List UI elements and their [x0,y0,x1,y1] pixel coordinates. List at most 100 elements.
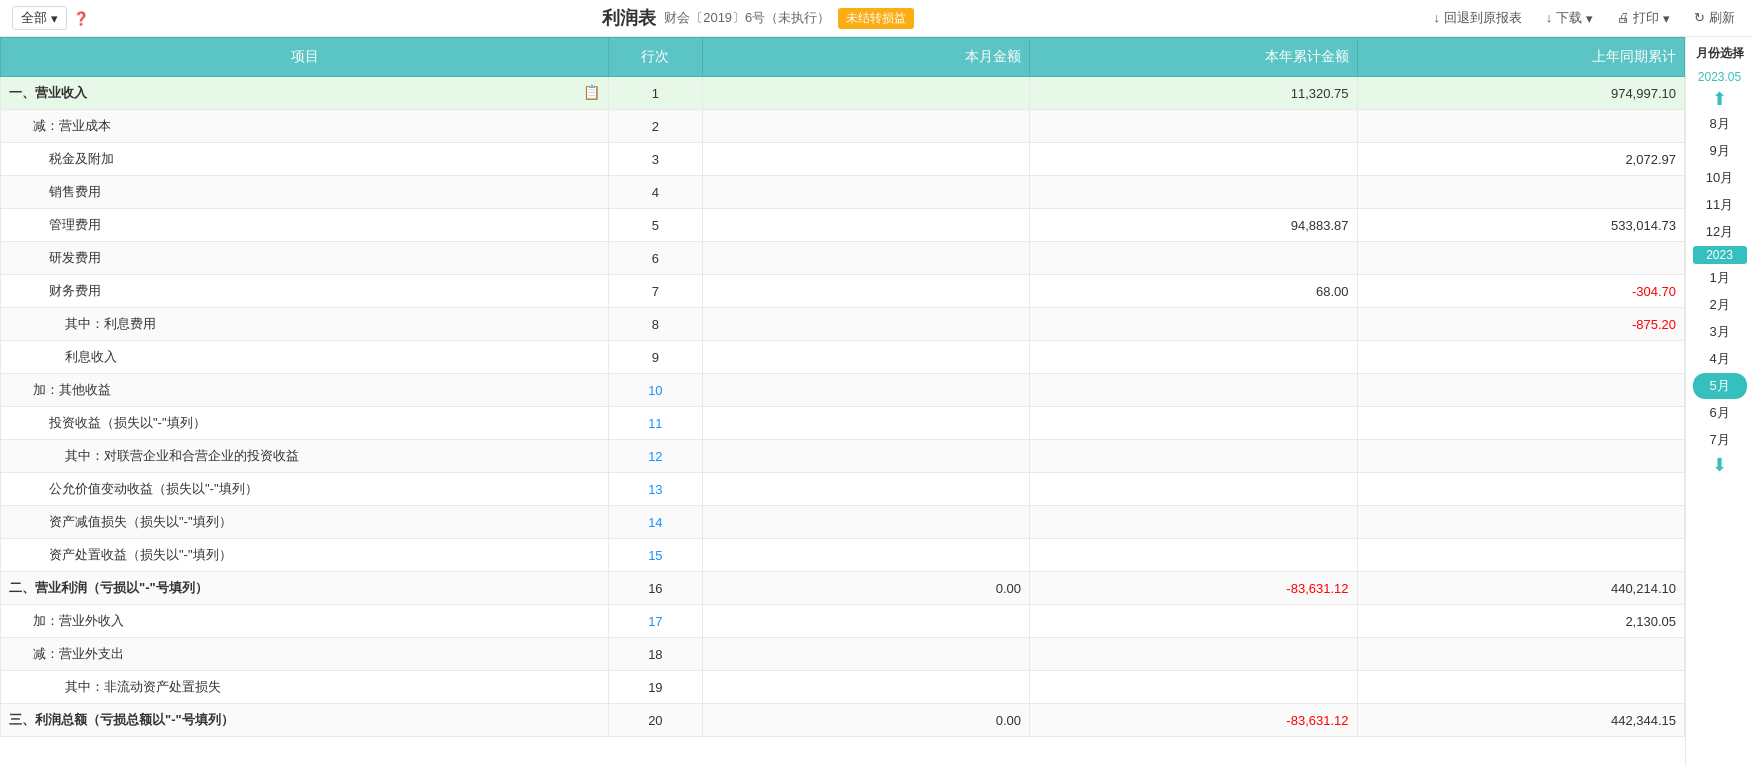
top-bar-left: 全部 ▾ ❓ [12,6,89,30]
cell-lastyear [1357,440,1684,473]
table-row: 其中：对联营企业和合营企业的投资收益12 [1,440,1685,473]
scope-selector[interactable]: 全部 ▾ [12,6,67,30]
cell-lastyear: 533,014.73 [1357,209,1684,242]
cell-year [1030,506,1357,539]
cell-year: 68.00 [1030,275,1357,308]
col-header-month: 本月金额 [702,38,1029,77]
sidebar-month-item[interactable]: 10月 [1693,165,1747,191]
cell-year [1030,638,1357,671]
table-row: 税金及附加32,072.97 [1,143,1685,176]
cell-rownum: 3 [609,143,703,176]
cell-year [1030,539,1357,572]
right-sidebar: 月份选择 2023.05 ⬆ 8月9月10月11月12月20231月2月3月4月… [1685,37,1753,766]
cell-month [702,473,1029,506]
cell-rownum: 5 [609,209,703,242]
sidebar-month-item[interactable]: 12月 [1693,219,1747,245]
cell-month [702,638,1029,671]
table-row: 其中：非流动资产处置损失19 [1,671,1685,704]
cell-rownum: 12 [609,440,703,473]
cell-year [1030,671,1357,704]
table-row: 公允价值变动收益（损失以"-"填列）13 [1,473,1685,506]
cell-year: -83,631.12 [1030,704,1357,737]
sidebar-month-item[interactable]: 4月 [1693,346,1747,372]
table-row: 减：营业外支出18 [1,638,1685,671]
cell-lastyear: 440,214.10 [1357,572,1684,605]
cell-lastyear [1357,176,1684,209]
table-row: 二、营业利润（亏损以"-"号填列）160.00-83,631.12440,214… [1,572,1685,605]
cell-name: 财务费用 [1,275,609,308]
table-row: 销售费用4 [1,176,1685,209]
print-button[interactable]: 🖨 打印 ▾ [1611,7,1677,29]
cell-month [702,539,1029,572]
sidebar-month-item[interactable]: 1月 [1693,265,1747,291]
sidebar-month-item[interactable]: 7月 [1693,427,1747,453]
cell-lastyear [1357,242,1684,275]
table-row: 投资收益（损失以"-"填列）11 [1,407,1685,440]
help-icon[interactable]: ❓ [73,11,89,26]
cell-rownum: 9 [609,341,703,374]
cell-month [702,275,1029,308]
cell-rownum: 17 [609,605,703,638]
cell-month [702,440,1029,473]
cell-name: 研发费用 [1,242,609,275]
cell-lastyear [1357,341,1684,374]
cell-year [1030,473,1357,506]
sidebar-month-item[interactable]: 6月 [1693,400,1747,426]
table-row: 管理费用594,883.87533,014.73 [1,209,1685,242]
table-row: 研发费用6 [1,242,1685,275]
cell-name: 减：营业成本 [1,110,609,143]
cell-lastyear [1357,638,1684,671]
top-bar-right: ↓ 回退到原报表 ↓ 下载 ▾ 🖨 打印 ▾ ↻ 刷新 [1428,7,1742,29]
cell-rownum: 19 [609,671,703,704]
sidebar-up-arrow[interactable]: ⬆ [1712,90,1727,108]
sidebar-month-item[interactable]: 11月 [1693,192,1747,218]
sidebar-month-item[interactable]: 3月 [1693,319,1747,345]
top-bar: 全部 ▾ ❓ 利润表 财会〔2019〕6号（未执行） 未结转损益 ↓ 回退到原报… [0,0,1753,37]
col-header-lastyear: 上年同期累计 [1357,38,1684,77]
cell-name: 税金及附加 [1,143,609,176]
sidebar-down-arrow[interactable]: ⬇ [1712,456,1727,474]
cell-rownum: 20 [609,704,703,737]
cell-name: 三、利润总额（亏损总额以"-"号填列） [1,704,609,737]
cell-name: 资产减值损失（损失以"-"填列） [1,506,609,539]
edit-icon[interactable]: 📋 [583,84,600,100]
sidebar-month-item[interactable]: 8月 [1693,111,1747,137]
cell-rownum: 2 [609,110,703,143]
cell-rownum: 15 [609,539,703,572]
cell-month [702,110,1029,143]
sidebar-month-item[interactable]: 9月 [1693,138,1747,164]
scope-dropdown-icon: ▾ [51,11,58,26]
cell-month [702,176,1029,209]
sidebar-month-item[interactable]: 2023 [1693,246,1747,264]
cell-year [1030,308,1357,341]
table-row: 加：营业外收入172,130.05 [1,605,1685,638]
cell-year [1030,341,1357,374]
cell-rownum: 10 [609,374,703,407]
cell-rownum: 11 [609,407,703,440]
cell-month [702,242,1029,275]
cell-month: 0.00 [702,704,1029,737]
cell-year [1030,407,1357,440]
cell-name: 二、营业利润（亏损以"-"号填列） [1,572,609,605]
back-button[interactable]: ↓ 回退到原报表 [1428,7,1528,29]
cell-lastyear: 442,344.15 [1357,704,1684,737]
cell-lastyear [1357,407,1684,440]
col-header-year: 本年累计金额 [1030,38,1357,77]
table-row: 加：其他收益10 [1,374,1685,407]
sidebar-month-item[interactable]: 2月 [1693,292,1747,318]
download-button[interactable]: ↓ 下载 ▾ [1540,7,1599,29]
cell-year [1030,176,1357,209]
sidebar-year-display: 2023.05 [1698,70,1741,84]
sidebar-month-item[interactable]: 5月 [1693,373,1747,399]
cell-month [702,308,1029,341]
cell-name: 其中：非流动资产处置损失 [1,671,609,704]
table-row: 三、利润总额（亏损总额以"-"号填列）200.00-83,631.12442,3… [1,704,1685,737]
refresh-button[interactable]: ↻ 刷新 [1688,7,1741,29]
top-bar-center: 利润表 财会〔2019〕6号（未执行） 未结转损益 [602,6,914,30]
cell-lastyear: -304.70 [1357,275,1684,308]
cell-lastyear [1357,671,1684,704]
col-header-rownum: 行次 [609,38,703,77]
table-header-row: 项目 行次 本月金额 本年累计金额 上年同期累计 [1,38,1685,77]
table-row: 资产减值损失（损失以"-"填列）14 [1,506,1685,539]
cell-month [702,209,1029,242]
